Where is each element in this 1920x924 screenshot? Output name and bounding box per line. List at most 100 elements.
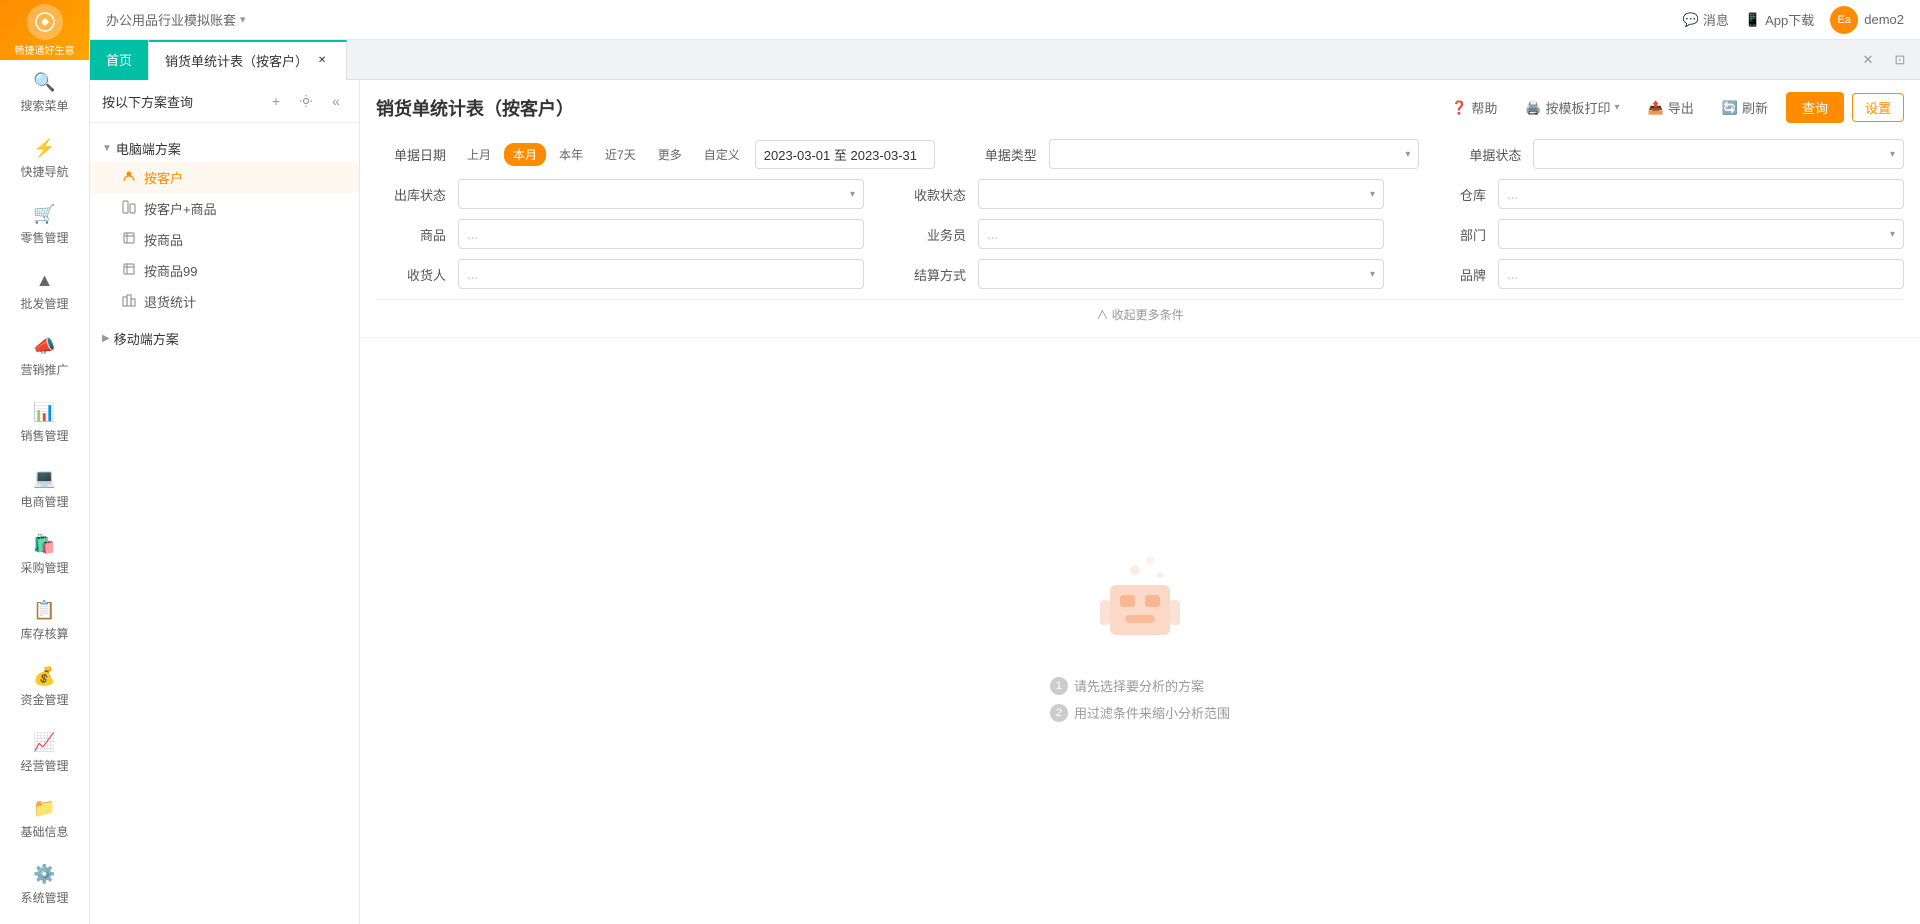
- sidebar-item-wholesale[interactable]: ▲ 批发管理: [0, 258, 89, 324]
- receiver-select[interactable]: ...: [458, 259, 864, 289]
- doc-type-select[interactable]: ▾: [1049, 139, 1420, 169]
- preset-custom[interactable]: 自定义: [695, 143, 749, 166]
- sidebar-item-label: 资金管理: [20, 691, 68, 708]
- tree-item-refund-stat-label: 退货统计: [144, 292, 196, 311]
- collapse-bar[interactable]: ∧ 收起更多条件: [376, 299, 1904, 329]
- tree-item-by-customer-product[interactable]: 按客户+商品: [90, 193, 359, 224]
- sidebar-item-label: 搜索菜单: [20, 97, 68, 114]
- user-menu[interactable]: Ea demo2: [1830, 6, 1904, 34]
- sidebar-item-system[interactable]: ⚙️ 系统管理: [0, 852, 89, 918]
- sidebar-item-operations[interactable]: 📈 经营管理: [0, 720, 89, 786]
- date-range-picker[interactable]: 2023-03-01 至 2023-03-31: [755, 140, 935, 169]
- payment-status-select[interactable]: ▾: [978, 179, 1384, 209]
- wholesale-icon: ▲: [36, 270, 54, 291]
- preset-last-month[interactable]: 上月: [458, 143, 500, 166]
- breadcrumb-arrow: ▾: [240, 13, 246, 26]
- tree-item-refund-stat[interactable]: 退货统计: [90, 286, 359, 317]
- sidebar-item-finance[interactable]: 💰 资金管理: [0, 654, 89, 720]
- scheme-settings-button[interactable]: [295, 90, 317, 112]
- sidebar-item-label: 快捷导航: [20, 163, 68, 180]
- breadcrumb-text: 办公用品行业模拟账套: [106, 10, 236, 29]
- brand-label: 品牌: [1416, 265, 1486, 284]
- tab-sales-stat[interactable]: 销货单统计表（按客户） ✕: [149, 40, 347, 80]
- warehouse-value: ...: [1507, 187, 1518, 202]
- date-filter-control: 上月 本月 本年 近7天 更多 自定义 2023-03-01 至 2023-03…: [458, 140, 935, 169]
- app-download-button[interactable]: 📱 App下载: [1745, 10, 1814, 29]
- department-select[interactable]: ▾: [1498, 219, 1904, 249]
- tree-item-by-product-99-label: 按商品99: [144, 261, 197, 280]
- preset-this-year[interactable]: 本年: [550, 143, 592, 166]
- query-button[interactable]: 查询: [1786, 92, 1844, 123]
- sidebar-item-retail[interactable]: 🛒 零售管理: [0, 192, 89, 258]
- ecommerce-icon: 💻: [33, 468, 55, 489]
- tree-item-by-customer-label: 按客户: [144, 168, 183, 187]
- chevron-down-icon-2: ▾: [1890, 149, 1895, 160]
- breadcrumb-dropdown[interactable]: 办公用品行业模拟账套 ▾: [106, 10, 246, 29]
- preset-more[interactable]: 更多: [649, 143, 691, 166]
- warehouse-select[interactable]: ...: [1498, 179, 1904, 209]
- tab-home[interactable]: 首页: [90, 40, 149, 80]
- refund-icon: [122, 293, 136, 310]
- sidebar-item-search[interactable]: 🔍 搜索菜单: [0, 60, 89, 126]
- tab-close-all-button[interactable]: ✕: [1856, 48, 1880, 72]
- left-panel-title: 按以下方案查询: [102, 92, 193, 111]
- sidebar-item-ecommerce[interactable]: 💻 电商管理: [0, 456, 89, 522]
- product-select[interactable]: ...: [458, 219, 864, 249]
- tree-group-mobile-label[interactable]: ▶ 移动端方案: [90, 325, 359, 352]
- tree-group-desktop-label[interactable]: ▼ 电脑端方案: [90, 135, 359, 162]
- header-left: 办公用品行业模拟账套 ▾: [106, 10, 246, 29]
- empty-illustration: [1080, 540, 1200, 660]
- doc-type-label: 单据类型: [967, 145, 1037, 164]
- sidebar-logo[interactable]: 畅捷通好生意: [0, 0, 89, 60]
- settlement-select[interactable]: ▾: [978, 259, 1384, 289]
- refresh-icon: 🔄: [1722, 100, 1738, 116]
- tree-group-mobile-text: 移动端方案: [114, 329, 179, 348]
- sidebar-item-purchase[interactable]: 🛍️ 采购管理: [0, 522, 89, 588]
- sidebar-item-label: 批发管理: [20, 295, 68, 312]
- filter-row-3: 商品 ... 业务员 ... 部门 ▾: [376, 219, 1904, 249]
- chevron-down-icon: ▼: [102, 143, 112, 154]
- brand-value: ...: [1507, 267, 1518, 282]
- help-button[interactable]: ❓ 帮助: [1441, 94, 1507, 121]
- chevron-down-icon-5: ▾: [1890, 229, 1895, 240]
- out-status-select[interactable]: ▾: [458, 179, 864, 209]
- sidebar-item-base[interactable]: 📁 基础信息: [0, 786, 89, 852]
- product-label: 商品: [376, 225, 446, 244]
- tree-item-by-product[interactable]: 按商品: [90, 224, 359, 255]
- marketing-icon: 📣: [33, 336, 55, 357]
- tree-item-by-product-99[interactable]: 按商品99: [90, 255, 359, 286]
- add-scheme-button[interactable]: +: [265, 90, 287, 112]
- collapse-panel-button[interactable]: «: [325, 90, 347, 112]
- sales-icon: 📊: [33, 402, 55, 423]
- empty-hints: 1 请先选择要分析的方案 2 用过滤条件来缩小分析范围: [1050, 676, 1230, 722]
- print-button[interactable]: 🖨️ 按模板打印 ▾: [1515, 94, 1629, 121]
- message-button[interactable]: 💬 消息: [1683, 10, 1729, 29]
- doc-status-select[interactable]: ▾: [1533, 139, 1904, 169]
- preset-this-month[interactable]: 本月: [504, 143, 546, 166]
- brand-select[interactable]: ...: [1498, 259, 1904, 289]
- chevron-down-icon-4: ▾: [1370, 189, 1375, 200]
- avatar: Ea: [1830, 6, 1858, 34]
- preset-7days[interactable]: 近7天: [596, 143, 645, 166]
- export-button[interactable]: 📤 导出: [1638, 94, 1704, 121]
- tab-close-button[interactable]: ✕: [314, 53, 330, 69]
- tab-restore-button[interactable]: ⊡: [1888, 48, 1912, 72]
- message-label: 消息: [1703, 10, 1729, 29]
- home-tab-label: 首页: [106, 50, 132, 69]
- sidebar-item-label: 零售管理: [20, 229, 68, 246]
- salesperson-select[interactable]: ...: [978, 219, 1384, 249]
- sidebar-item-marketing[interactable]: 📣 营销推广: [0, 324, 89, 390]
- sidebar-item-sales[interactable]: 📊 销售管理: [0, 390, 89, 456]
- sidebar-item-enterprise[interactable]: 🤝 企业协同: [0, 918, 89, 924]
- export-icon: 📤: [1648, 100, 1664, 116]
- product-icon: [122, 231, 136, 248]
- tree-group-mobile: ▶ 移动端方案: [90, 321, 359, 356]
- page-actions: ❓ 帮助 🖨️ 按模板打印 ▾ 📤 导出 🔄 刷新: [1441, 92, 1904, 123]
- sidebar-item-inventory[interactable]: 📋 库存核算: [0, 588, 89, 654]
- tree-item-by-customer[interactable]: 按客户: [90, 162, 359, 193]
- sidebar-item-quick-nav[interactable]: ⚡ 快捷导航: [0, 126, 89, 192]
- refresh-button[interactable]: 🔄 刷新: [1712, 94, 1778, 121]
- sidebar-item-label: 销售管理: [20, 427, 68, 444]
- collapse-label: ∧ 收起更多条件: [1096, 308, 1183, 322]
- settings-button[interactable]: 设置: [1852, 93, 1904, 122]
